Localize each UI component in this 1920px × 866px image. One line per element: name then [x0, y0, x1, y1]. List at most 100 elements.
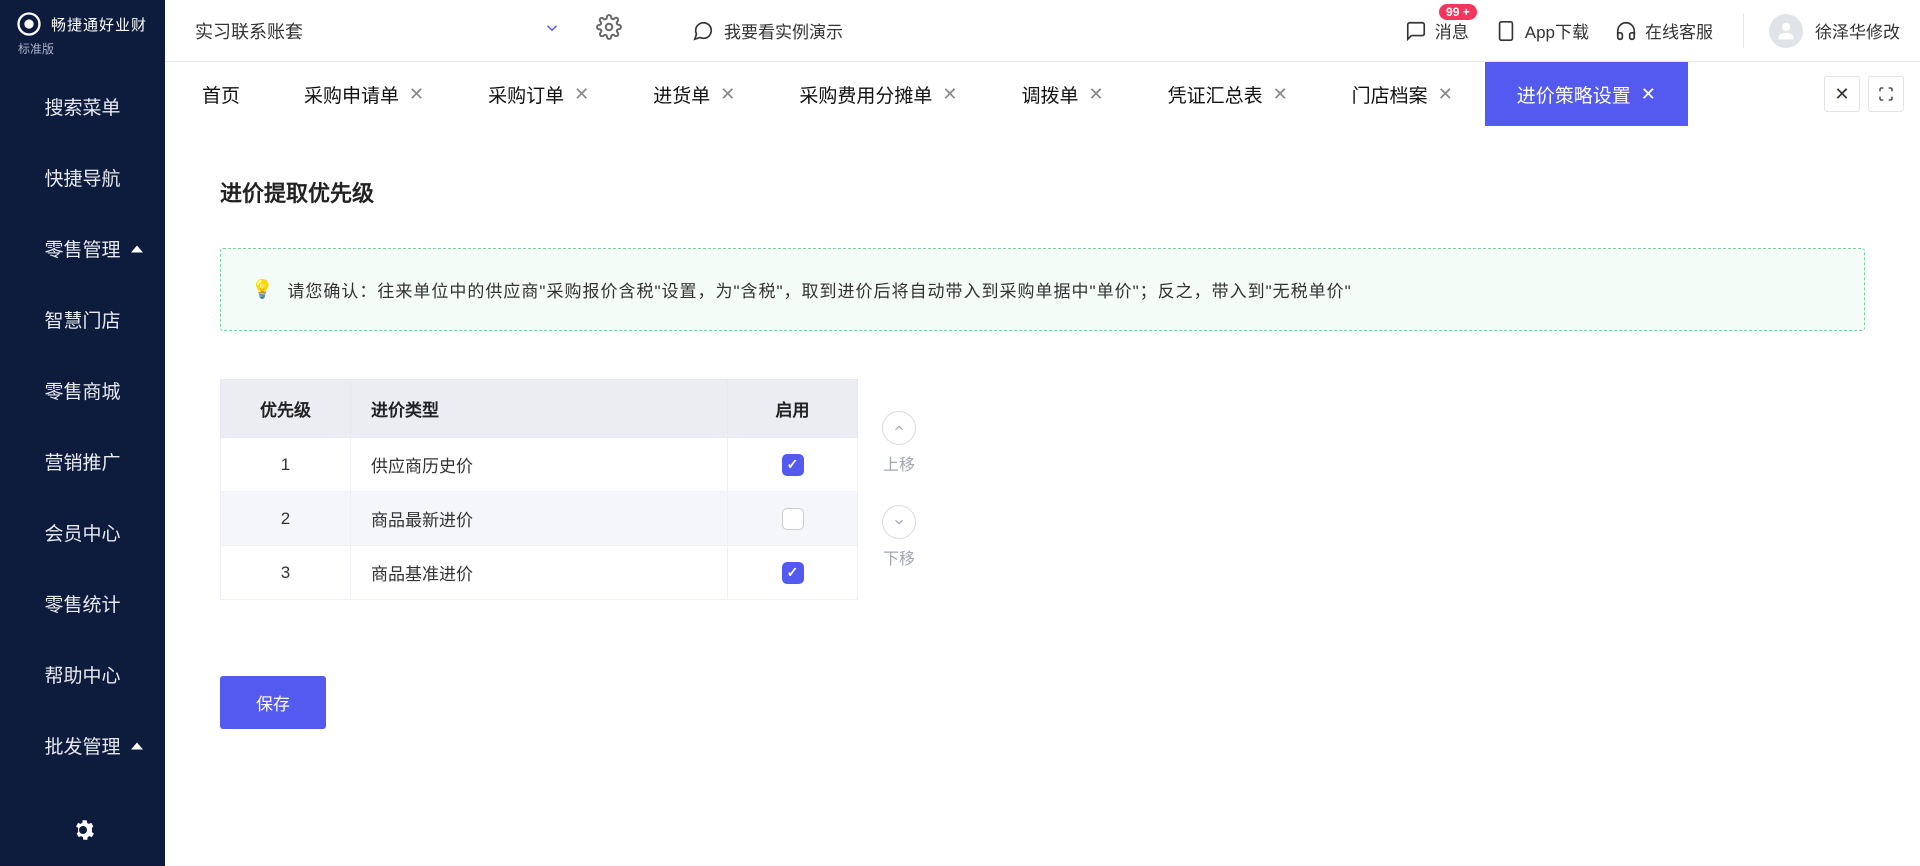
chevron-down-icon	[543, 19, 561, 43]
enable-cell	[728, 546, 858, 600]
account-name: 实习联系账套	[195, 18, 303, 44]
enable-checkbox[interactable]	[782, 454, 804, 476]
phone-icon	[1495, 20, 1517, 42]
tab-3[interactable]: 进货单✕	[621, 62, 767, 126]
move-down-button[interactable]: 下移	[882, 505, 916, 569]
tabs-controls: ✕	[1808, 76, 1920, 112]
tab-4[interactable]: 采购费用分摊单 ✕	[767, 62, 989, 126]
sidebar-item-9[interactable]: 批发管理	[0, 710, 165, 781]
tab-label: 采购申请单	[304, 81, 399, 108]
sidebar-menu: 搜索菜单快捷导航零售管理智慧门店零售商城营销推广会员中心零售统计帮助中心批发管理…	[0, 71, 165, 800]
close-icon[interactable]: ✕	[942, 85, 957, 103]
content: 进价提取优先级 💡 请您确认：往来单位中的供应商"采购报价含税"设置，为"含税"…	[165, 126, 1920, 866]
logo-text: 畅捷通好业财	[51, 14, 147, 35]
close-icon[interactable]: ✕	[1438, 85, 1453, 103]
chevron-down-icon	[882, 505, 916, 539]
th-enable: 启用	[728, 380, 858, 438]
message-label: 消息	[1435, 18, 1469, 43]
message-badge: 99 +	[1439, 4, 1477, 20]
table-row[interactable]: 1供应商历史价	[221, 438, 858, 492]
th-priority: 优先级	[221, 380, 351, 438]
priority-table: 优先级 进价类型 启用 1供应商历史价2商品最新进价3商品基准进价	[220, 379, 858, 600]
priority-cell: 3	[221, 546, 351, 600]
tab-label: 采购订单	[488, 81, 564, 108]
tabs: 首页采购申请单✕采购订单✕进货单✕采购费用分摊单✕调拨单✕凭证汇总表✕门店档案✕…	[165, 62, 1920, 126]
sidebar-item-10[interactable]: 营销推广	[0, 781, 165, 800]
enable-checkbox[interactable]	[782, 508, 804, 530]
tab-label: 门店档案	[1352, 81, 1428, 108]
demo-link-text: 我要看实例演示	[724, 18, 843, 43]
move-controls: 上移 下移	[882, 411, 916, 569]
chevron-up-icon	[882, 411, 916, 445]
sidebar-item-4[interactable]: 零售商城	[0, 355, 165, 426]
message-icon	[1405, 20, 1427, 42]
tab-0[interactable]: 首页	[170, 62, 272, 126]
priority-cell: 1	[221, 438, 351, 492]
sidebar-item-3[interactable]: 智慧门店	[0, 284, 165, 355]
user-menu[interactable]: 徐泽华修改	[1743, 14, 1900, 48]
sidebar-item-0[interactable]: 搜索菜单	[0, 71, 165, 142]
account-selector[interactable]: 实习联系账套	[195, 18, 561, 44]
info-banner: 💡 请您确认：往来单位中的供应商"采购报价含税"设置，为"含税"，取到进价后将自…	[220, 248, 1865, 331]
main: 实习联系账套 我要看实例演示 消息 99 + App下载	[165, 0, 1920, 866]
tab-label: 凭证汇总表	[1168, 81, 1263, 108]
enable-cell	[728, 492, 858, 546]
close-icon[interactable]: ✕	[574, 85, 589, 103]
tab-5[interactable]: 调拨单 ✕	[989, 62, 1135, 126]
sidebar-item-1[interactable]: 快捷导航	[0, 142, 165, 213]
close-icon[interactable]: ✕	[1088, 85, 1103, 103]
th-type: 进价类型	[351, 380, 728, 438]
table-row[interactable]: 2商品最新进价	[221, 492, 858, 546]
close-icon[interactable]: ✕	[720, 85, 735, 103]
sidebar-edition: 标准版	[0, 40, 165, 71]
chat-icon	[692, 20, 714, 42]
move-up-button[interactable]: 上移	[882, 411, 916, 475]
save-button[interactable]: 保存	[220, 676, 326, 729]
type-cell: 商品最新进价	[351, 492, 728, 546]
close-icon[interactable]: ✕	[1273, 85, 1288, 103]
type-cell: 供应商历史价	[351, 438, 728, 492]
tab-7[interactable]: 门店档案 ✕	[1320, 62, 1485, 126]
sidebar: 畅捷通好业财 标准版 搜索菜单快捷导航零售管理智慧门店零售商城营销推广会员中心零…	[0, 0, 165, 866]
sidebar-item-7[interactable]: 零售统计	[0, 568, 165, 639]
tab-label: 进价策略设置	[1517, 81, 1631, 108]
sidebar-item-6[interactable]: 会员中心	[0, 497, 165, 568]
avatar	[1769, 14, 1803, 48]
sidebar-item-8[interactable]: 帮助中心	[0, 639, 165, 710]
tab-label: 调拨单	[1021, 81, 1078, 108]
move-up-label: 上移	[883, 451, 915, 475]
online-service-label: 在线客服	[1645, 18, 1713, 43]
sidebar-logo[interactable]: 畅捷通好业财	[0, 0, 165, 40]
enable-checkbox[interactable]	[782, 562, 804, 584]
enable-cell	[728, 438, 858, 492]
close-icon[interactable]: ✕	[409, 85, 424, 103]
headset-icon	[1615, 20, 1637, 42]
message-button[interactable]: 消息 99 +	[1405, 18, 1469, 43]
move-down-label: 下移	[883, 545, 915, 569]
tab-1[interactable]: 采购申请单 ✕	[272, 62, 456, 126]
gear-icon[interactable]	[596, 14, 622, 47]
tab-8[interactable]: 进价策略设置 ✕	[1485, 62, 1688, 126]
settings-gear-icon[interactable]	[0, 800, 165, 866]
type-cell: 商品基准进价	[351, 546, 728, 600]
table-row[interactable]: 3商品基准进价	[221, 546, 858, 600]
tab-6[interactable]: 凭证汇总表 ✕	[1136, 62, 1320, 126]
sidebar-item-2[interactable]: 零售管理	[0, 213, 165, 284]
username: 徐泽华修改	[1815, 18, 1900, 43]
priority-section: 优先级 进价类型 启用 1供应商历史价2商品最新进价3商品基准进价 上移	[220, 379, 1895, 600]
priority-cell: 2	[221, 492, 351, 546]
tab-label: 首页	[202, 81, 240, 108]
logo-icon	[15, 10, 43, 38]
tab-label: 采购费用分摊单	[799, 81, 932, 108]
sidebar-item-5[interactable]: 营销推广	[0, 426, 165, 497]
close-icon[interactable]: ✕	[1641, 85, 1656, 103]
top-header: 实习联系账套 我要看实例演示 消息 99 + App下载	[165, 0, 1920, 62]
app-download-button[interactable]: App下载	[1495, 18, 1589, 43]
close-all-tabs-button[interactable]: ✕	[1824, 76, 1860, 112]
tab-2[interactable]: 采购订单 ✕	[456, 62, 621, 126]
online-service-button[interactable]: 在线客服	[1615, 18, 1713, 43]
demo-link[interactable]: 我要看实例演示	[692, 18, 843, 43]
app-download-label: App下载	[1525, 18, 1589, 43]
lightbulb-icon: 💡	[251, 279, 273, 300]
fullscreen-button[interactable]	[1868, 76, 1904, 112]
